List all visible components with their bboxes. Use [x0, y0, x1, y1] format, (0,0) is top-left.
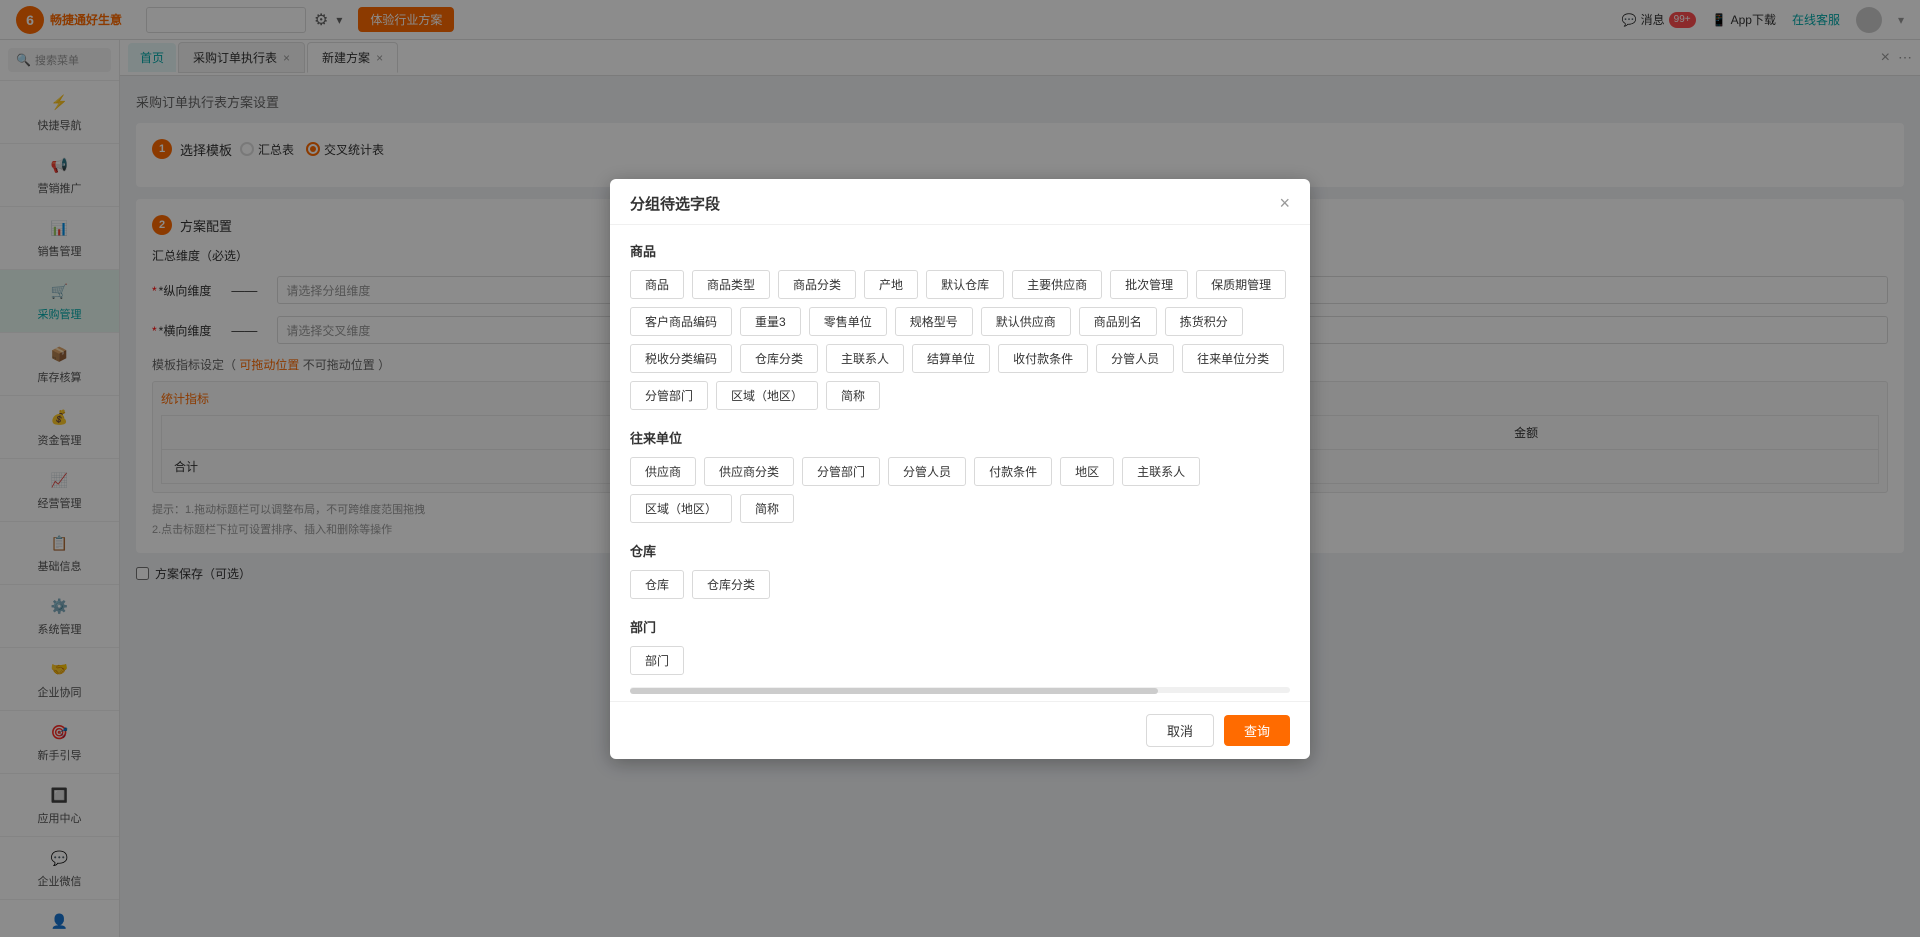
field-tag[interactable]: 仓库分类	[740, 344, 818, 373]
field-select-modal: 分组待选字段 × 商品商品商品类型商品分类产地默认仓库主要供应商批次管理保质期管…	[610, 179, 1310, 759]
field-tag[interactable]: 供应商分类	[704, 457, 794, 486]
field-tag[interactable]: 仓库分类	[692, 570, 770, 599]
field-tag[interactable]: 部门	[630, 646, 684, 675]
field-tags-goods: 商品商品类型商品分类产地默认仓库主要供应商批次管理保质期管理客户商品编码重量3 零…	[630, 270, 1290, 410]
confirm-button[interactable]: 查询	[1224, 715, 1290, 746]
field-tag[interactable]: 零售单位	[809, 307, 887, 336]
field-tag[interactable]: 区域（地区）	[716, 381, 818, 410]
field-group-title-goods: 商品	[630, 241, 1290, 260]
field-tag[interactable]: 主联系人	[826, 344, 904, 373]
field-group-title-department: 部门	[630, 617, 1290, 636]
field-tags-partner: 供应商供应商分类分管部门分管人员付款条件地区主联系人区域（地区） 简称	[630, 457, 1290, 523]
field-tag[interactable]: 仓库	[630, 570, 684, 599]
field-tag[interactable]: 默认供应商	[981, 307, 1071, 336]
field-group-title-partner: 往来单位	[630, 428, 1290, 447]
field-tag[interactable]: 重量3	[740, 307, 801, 336]
field-tag[interactable]: 付款条件	[974, 457, 1052, 486]
field-tag[interactable]: 分管人员	[888, 457, 966, 486]
field-tag[interactable]: 商品别名	[1079, 307, 1157, 336]
field-group-warehouse: 仓库仓库仓库分类	[630, 541, 1290, 599]
field-tag[interactable]: 默认仓库	[926, 270, 1004, 299]
field-tag[interactable]: 分管人员	[1096, 344, 1174, 373]
cancel-button[interactable]: 取消	[1146, 714, 1214, 747]
field-tag[interactable]: 分管部门	[802, 457, 880, 486]
field-tag[interactable]: 结算单位	[912, 344, 990, 373]
field-tag[interactable]: 商品分类	[778, 270, 856, 299]
field-tag[interactable]: 往来单位分类	[1182, 344, 1284, 373]
field-tag[interactable]: 收付款条件	[998, 344, 1088, 373]
field-tag[interactable]: 地区	[1060, 457, 1114, 486]
field-tag[interactable]: 规格型号	[895, 307, 973, 336]
field-tag[interactable]: 主要供应商	[1012, 270, 1102, 299]
field-group-department: 部门部门	[630, 617, 1290, 675]
field-tag[interactable]: 商品	[630, 270, 684, 299]
modal-footer: 取消 查询	[610, 701, 1310, 759]
field-group-partner: 往来单位供应商供应商分类分管部门分管人员付款条件地区主联系人区域（地区） 简称	[630, 428, 1290, 523]
modal-close-button[interactable]: ×	[1279, 193, 1290, 214]
field-tag[interactable]: 简称	[826, 381, 880, 410]
modal-horizontal-scrollbar[interactable]	[630, 687, 1290, 693]
field-group-goods: 商品商品商品类型商品分类产地默认仓库主要供应商批次管理保质期管理客户商品编码重量…	[630, 241, 1290, 410]
field-tag[interactable]: 商品类型	[692, 270, 770, 299]
field-tag[interactable]: 主联系人	[1122, 457, 1200, 486]
field-tag[interactable]: 拣货积分	[1165, 307, 1243, 336]
scrollbar-thumb	[630, 688, 1158, 694]
field-tags-warehouse: 仓库仓库分类	[630, 570, 1290, 599]
modal-header: 分组待选字段 ×	[610, 179, 1310, 225]
field-tag[interactable]: 供应商	[630, 457, 696, 486]
field-tag[interactable]: 简称	[740, 494, 794, 523]
modal-body: 商品商品商品类型商品分类产地默认仓库主要供应商批次管理保质期管理客户商品编码重量…	[610, 225, 1310, 687]
field-group-title-warehouse: 仓库	[630, 541, 1290, 560]
field-tag[interactable]: 保质期管理	[1196, 270, 1286, 299]
modal-overlay: 分组待选字段 × 商品商品商品类型商品分类产地默认仓库主要供应商批次管理保质期管…	[0, 0, 1920, 937]
field-tag[interactable]: 税收分类编码	[630, 344, 732, 373]
field-tags-department: 部门	[630, 646, 1290, 675]
modal-title: 分组待选字段	[630, 193, 720, 214]
field-tag[interactable]: 批次管理	[1110, 270, 1188, 299]
field-tag[interactable]: 区域（地区）	[630, 494, 732, 523]
field-tag[interactable]: 分管部门	[630, 381, 708, 410]
field-tag[interactable]: 客户商品编码	[630, 307, 732, 336]
field-tag[interactable]: 产地	[864, 270, 918, 299]
